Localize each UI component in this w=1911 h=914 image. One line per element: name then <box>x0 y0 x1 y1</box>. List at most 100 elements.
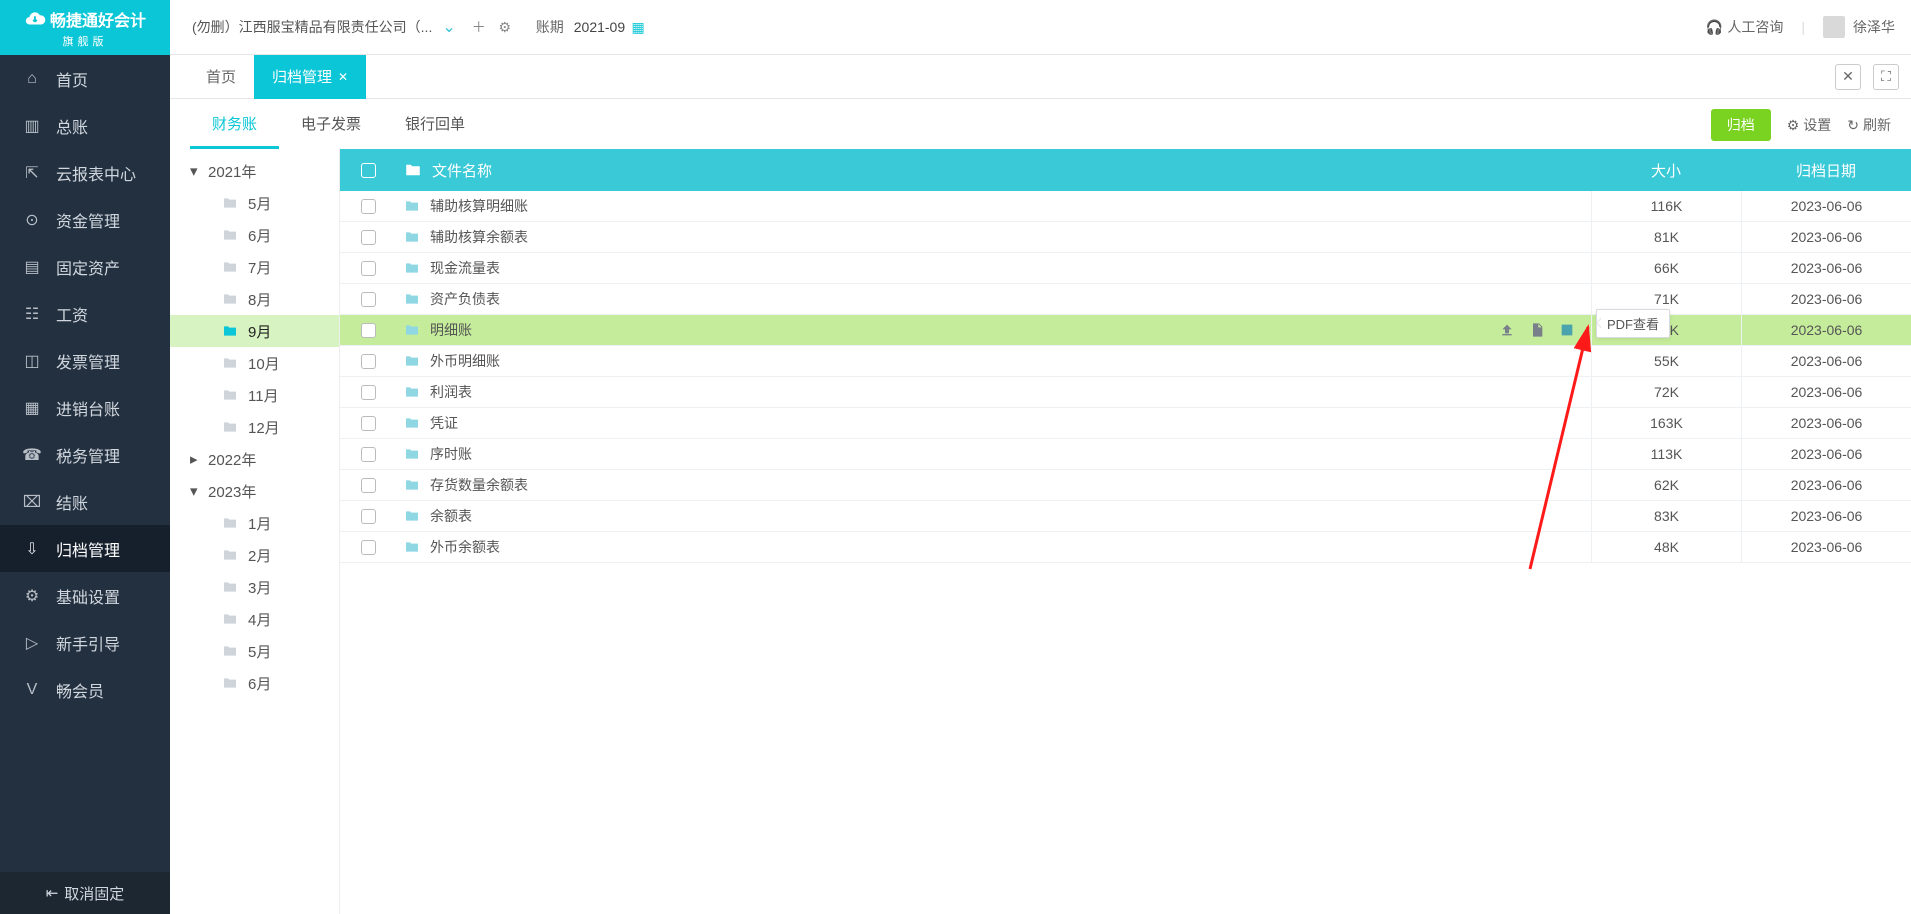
download-icon[interactable] <box>1497 320 1517 340</box>
close-icon[interactable]: ✕ <box>338 70 348 84</box>
sidebar-item-home[interactable]: ⌂首页 <box>0 55 170 102</box>
archive-button[interactable]: 归档 <box>1711 109 1771 141</box>
row-checkbox[interactable] <box>361 230 376 245</box>
caret-icon: ▾ <box>190 482 200 500</box>
row-checkbox[interactable] <box>361 261 376 276</box>
gear-icon[interactable]: ⚙ <box>492 14 518 40</box>
sidebar-item-label: 资金管理 <box>56 208 120 232</box>
consult-link[interactable]: 🎧 人工咨询 <box>1706 17 1783 37</box>
tree-month-label: 6月 <box>248 673 271 694</box>
select-all-checkbox[interactable] <box>361 163 376 178</box>
close-tab-button[interactable]: ✕ <box>1835 64 1861 90</box>
sidebar-unpin[interactable]: ⇤ 取消固定 <box>0 872 170 914</box>
chevron-down-icon[interactable]: ⌄ <box>442 17 455 37</box>
tree-month-2023年-6月[interactable]: 6月 <box>170 667 339 699</box>
asset-icon: ▤ <box>22 257 42 277</box>
tab-首页[interactable]: 首页 <box>188 55 254 99</box>
file-name: 存货数量余额表 <box>430 475 528 495</box>
table-row[interactable]: 现金流量表66K2023-06-06 <box>340 253 1911 284</box>
sidebar-item-report[interactable]: ⇱云报表中心 <box>0 149 170 196</box>
sidebar-item-member[interactable]: V畅会员 <box>0 666 170 713</box>
tree-year-2021年[interactable]: ▾2021年 <box>170 155 339 187</box>
settings-link[interactable]: ⚙ 设置 <box>1787 115 1832 135</box>
invoice-icon: ◫ <box>22 351 42 371</box>
folder-icon <box>404 539 420 555</box>
tree-year-2023年[interactable]: ▾2023年 <box>170 475 339 507</box>
tree-month-2021年-10月[interactable]: 10月 <box>170 347 339 379</box>
table-row[interactable]: 利润表72K2023-06-06 <box>340 377 1911 408</box>
table-row[interactable]: 辅助核算明细账116K2023-06-06 <box>340 191 1911 222</box>
tree-month-label: 3月 <box>248 577 271 598</box>
archive-date: 2023-06-06 <box>1741 191 1911 221</box>
sidebar-item-tax[interactable]: ☎税务管理 <box>0 431 170 478</box>
table-row[interactable]: 凭证163K2023-06-06 <box>340 408 1911 439</box>
tree-month-2023年-5月[interactable]: 5月 <box>170 635 339 667</box>
tree-month-label: 9月 <box>248 321 271 342</box>
row-checkbox[interactable] <box>361 199 376 214</box>
folder-icon <box>222 419 238 435</box>
row-checkbox[interactable] <box>361 540 376 555</box>
company-selector[interactable]: (勿删）江西服宝精品有限责任公司（... <box>192 17 432 37</box>
tree-month-2023年-4月[interactable]: 4月 <box>170 603 339 635</box>
sidebar-item-asset[interactable]: ▤固定资产 <box>0 243 170 290</box>
add-icon[interactable]: ＋ <box>466 14 492 40</box>
table-row[interactable]: 外币余额表48K2023-06-06 <box>340 532 1911 563</box>
file-name: 外币余额表 <box>430 537 500 557</box>
tree-month-2021年-5月[interactable]: 5月 <box>170 187 339 219</box>
file-size: 81K <box>1591 222 1741 252</box>
table-row[interactable]: 外币明细账55K2023-06-06 <box>340 346 1911 377</box>
user-menu[interactable]: 徐泽华 <box>1823 16 1895 38</box>
period-value[interactable]: 2021-09 <box>574 19 625 35</box>
row-checkbox[interactable] <box>361 416 376 431</box>
tree-month-2021年-9月[interactable]: 9月 <box>170 315 339 347</box>
subtab-银行回单[interactable]: 银行回单 <box>383 101 487 149</box>
tree-month-2021年-7月[interactable]: 7月 <box>170 251 339 283</box>
table-row[interactable]: 序时账113K2023-06-06 <box>340 439 1911 470</box>
sidebar-item-archive[interactable]: ⇩归档管理 <box>0 525 170 572</box>
sidebar-item-fund[interactable]: ⊙资金管理 <box>0 196 170 243</box>
row-checkbox[interactable] <box>361 447 376 462</box>
sidebar-item-stock[interactable]: ▦进销台账 <box>0 384 170 431</box>
tree-month-2021年-11月[interactable]: 11月 <box>170 379 339 411</box>
row-checkbox[interactable] <box>361 509 376 524</box>
tree-month-2023年-3月[interactable]: 3月 <box>170 571 339 603</box>
pdf-preview-icon[interactable] <box>1557 320 1577 340</box>
tree-month-2023年-1月[interactable]: 1月 <box>170 507 339 539</box>
tab-归档管理[interactable]: 归档管理✕ <box>254 55 366 99</box>
tree-month-2021年-12月[interactable]: 12月 <box>170 411 339 443</box>
folder-icon <box>222 387 238 403</box>
gear-icon: ⚙ <box>1787 117 1800 134</box>
archive-date: 2023-06-06 <box>1741 315 1911 345</box>
tree-year-2022年[interactable]: ▸2022年 <box>170 443 339 475</box>
row-checkbox[interactable] <box>361 478 376 493</box>
subtab-电子发票[interactable]: 电子发票 <box>279 101 383 149</box>
tree-month-2023年-2月[interactable]: 2月 <box>170 539 339 571</box>
fullscreen-button[interactable]: ⛶ <box>1873 64 1899 90</box>
sidebar-item-invoice[interactable]: ◫ 发票管理 <box>0 337 170 384</box>
table-row[interactable]: 存货数量余额表62K2023-06-06 <box>340 470 1911 501</box>
table-row[interactable]: 辅助核算余额表81K2023-06-06 <box>340 222 1911 253</box>
refresh-link[interactable]: ↻ 刷新 <box>1847 115 1891 135</box>
sidebar-item-setting[interactable]: ⚙基础设置 <box>0 572 170 619</box>
table-row[interactable]: 资产负债表71K2023-06-06 <box>340 284 1911 315</box>
sidebar-item-ledger[interactable]: ▥总账 <box>0 102 170 149</box>
sidebar-item-label: 进销台账 <box>56 396 120 420</box>
table-row[interactable]: 明细账46K2023-06-06 <box>340 315 1911 346</box>
table-row[interactable]: 余额表83K2023-06-06 <box>340 501 1911 532</box>
row-checkbox[interactable] <box>361 292 376 307</box>
sidebar-item-salary[interactable]: ☷工资 <box>0 290 170 337</box>
row-checkbox[interactable] <box>361 354 376 369</box>
file-size: 66K <box>1591 253 1741 283</box>
salary-icon: ☷ <box>22 304 42 324</box>
file-name: 凭证 <box>430 413 458 433</box>
subtab-财务账[interactable]: 财务账 <box>190 101 279 149</box>
tree-month-2021年-8月[interactable]: 8月 <box>170 283 339 315</box>
sidebar-item-close[interactable]: ⌧结账 <box>0 478 170 525</box>
row-checkbox[interactable] <box>361 323 376 338</box>
tree-month-2021年-6月[interactable]: 6月 <box>170 219 339 251</box>
sidebar-item-label: 发票管理 <box>56 349 120 373</box>
pdf-icon[interactable] <box>1527 320 1547 340</box>
row-checkbox[interactable] <box>361 385 376 400</box>
sidebar-item-guide[interactable]: ▷新手引导 <box>0 619 170 666</box>
calendar-icon[interactable]: ▦ <box>625 14 651 40</box>
